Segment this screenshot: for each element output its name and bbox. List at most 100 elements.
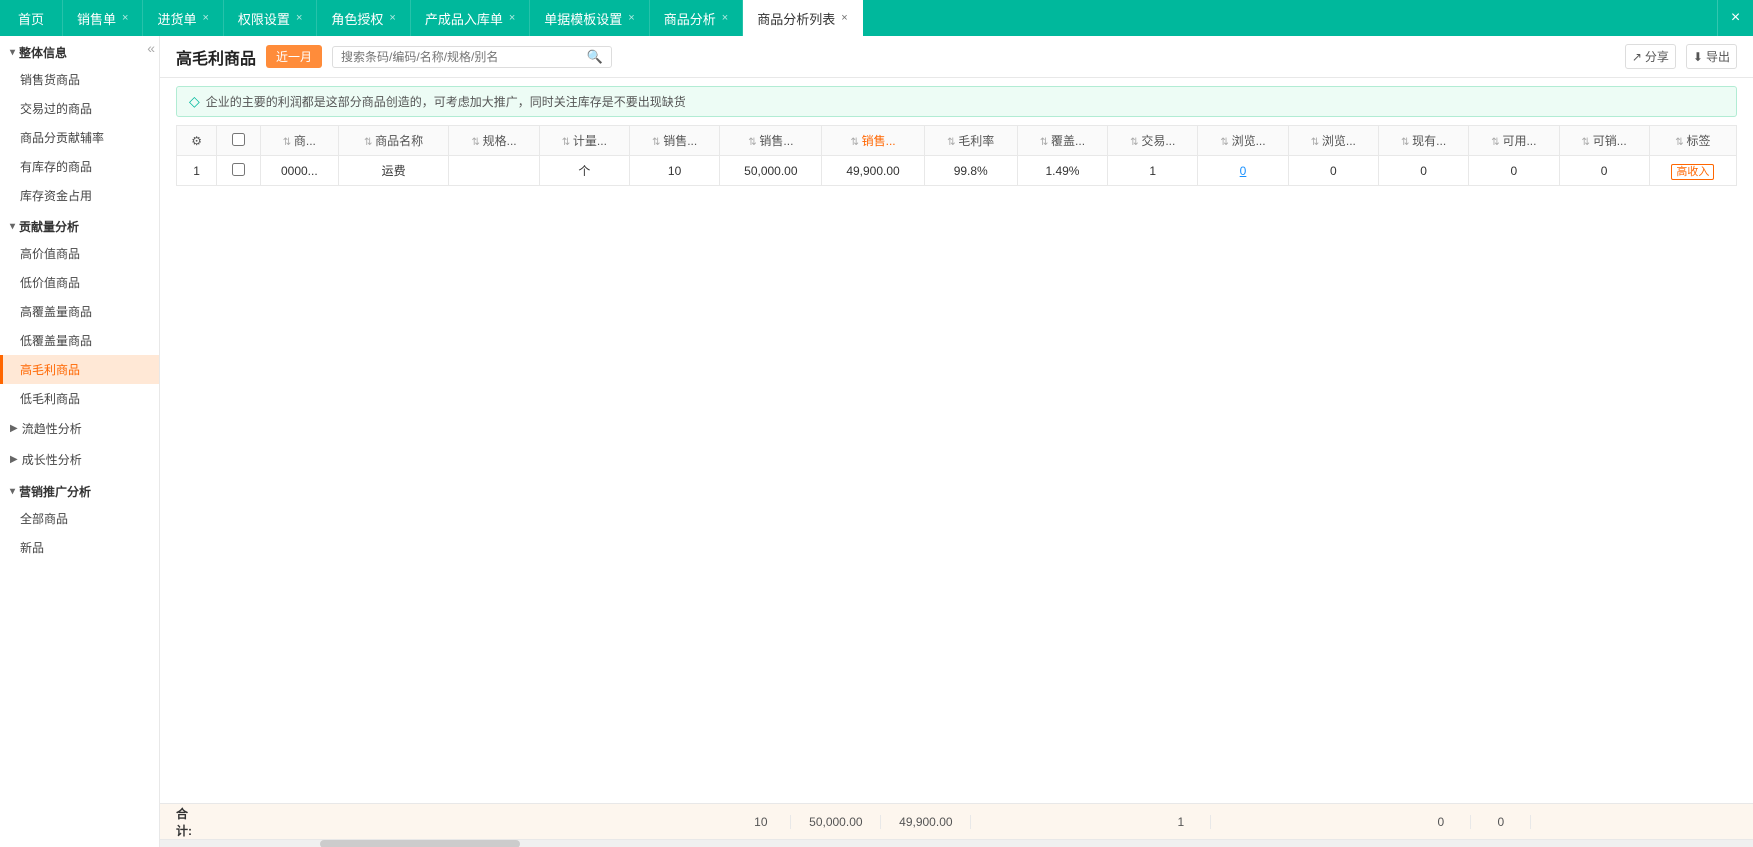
cell-current-stock: 0 bbox=[1378, 156, 1468, 186]
nav-close-all-button[interactable]: × bbox=[1717, 0, 1753, 36]
col-sellable[interactable]: 可销... bbox=[1559, 126, 1649, 156]
share-label: 分享 bbox=[1645, 48, 1669, 65]
footer-label: 合计: bbox=[176, 805, 203, 839]
nav-tab-close[interactable]: × bbox=[841, 12, 847, 24]
sidebar-item-low-value[interactable]: 低价值商品 bbox=[0, 268, 159, 297]
scrollbar-thumb[interactable] bbox=[320, 840, 520, 847]
nav-tab-analysis[interactable]: 商品分析 × bbox=[650, 0, 743, 36]
share-button[interactable]: ↗ 分享 bbox=[1625, 44, 1676, 69]
select-all-checkbox[interactable] bbox=[232, 133, 245, 146]
col-unit[interactable]: 计量... bbox=[539, 126, 629, 156]
sidebar-item-new-goods[interactable]: 新品 bbox=[0, 533, 159, 562]
nav-tab-home[interactable]: 首页 bbox=[0, 0, 63, 36]
nav-tab-close[interactable]: × bbox=[722, 12, 728, 24]
col-spec[interactable]: 规格... bbox=[449, 126, 539, 156]
col-gross-rate[interactable]: 毛利率 bbox=[924, 126, 1017, 156]
cell-seq: 1 bbox=[177, 156, 217, 186]
sidebar-group-arrow: ▾ bbox=[10, 47, 15, 58]
footer-sales-cost: 49,900.00 bbox=[881, 815, 971, 829]
sidebar-group-marketing[interactable]: ▾ 营销推广分析 bbox=[0, 475, 159, 504]
col-sales-cost[interactable]: 销售... bbox=[822, 126, 924, 156]
nav-tab-close[interactable]: × bbox=[628, 12, 634, 24]
sidebar-item-stocked-goods[interactable]: 有库存的商品 bbox=[0, 152, 159, 181]
sidebar-item-high-coverage[interactable]: 高覆盖量商品 bbox=[0, 297, 159, 326]
search-icon[interactable]: 🔍 bbox=[587, 49, 603, 65]
nav-tab-purchase[interactable]: 进货单 × bbox=[143, 0, 223, 36]
cell-browse1[interactable]: 0 bbox=[1198, 156, 1288, 186]
notice-text: 企业的主要的利润都是这部分商品创造的，可考虑加大推广，同时关注库存是不要出现缺货 bbox=[206, 93, 686, 110]
nav-tab-product-in[interactable]: 产成品入库单 × bbox=[411, 0, 530, 36]
col-name[interactable]: 商品名称 bbox=[338, 126, 449, 156]
cell-checkbox[interactable] bbox=[217, 156, 261, 186]
sidebar-item-all-goods[interactable]: 全部商品 bbox=[0, 504, 159, 533]
top-navigation: 首页 销售单 × 进货单 × 权限设置 × 角色授权 × 产成品入库单 × 单据… bbox=[0, 0, 1753, 36]
nav-tab-close[interactable]: × bbox=[296, 12, 302, 24]
sidebar-group-label: 成长性分析 bbox=[22, 451, 82, 468]
nav-tab-label: 商品分析 bbox=[664, 9, 716, 28]
row-checkbox[interactable] bbox=[232, 163, 245, 176]
sidebar-item-contribution-rate[interactable]: 商品分贡献辅率 bbox=[0, 123, 159, 152]
sidebar-item-sales-goods[interactable]: 销售货商品 bbox=[0, 65, 159, 94]
cell-available: 0 bbox=[1469, 156, 1559, 186]
nav-tab-label: 权限设置 bbox=[238, 9, 290, 28]
tag-badge: 高收入 bbox=[1671, 164, 1714, 180]
sidebar-item-label: 库存资金占用 bbox=[20, 189, 92, 203]
page-title: 高毛利商品 bbox=[176, 45, 256, 69]
nav-tab-label: 产成品入库单 bbox=[425, 9, 503, 28]
nav-tab-close[interactable]: × bbox=[509, 12, 515, 24]
sidebar-collapse-button[interactable]: « bbox=[147, 40, 155, 56]
toolbar: 高毛利商品 近一月 🔍 ↗ 分享 ⬇ 导出 bbox=[160, 36, 1753, 78]
sidebar-group-overall[interactable]: ▾ 整体信息 bbox=[0, 36, 159, 65]
nav-tab-close[interactable]: × bbox=[202, 12, 208, 24]
cell-sellable: 0 bbox=[1559, 156, 1649, 186]
cell-sales-cost: 49,900.00 bbox=[822, 156, 924, 186]
table-wrapper[interactable]: ⚙ 商... 商品名称 规格... 计量... 销售... 销售... 销售..… bbox=[160, 125, 1753, 803]
horizontal-scrollbar[interactable] bbox=[160, 839, 1753, 847]
sidebar-item-traded-goods[interactable]: 交易过的商品 bbox=[0, 94, 159, 123]
sidebar-item-high-margin[interactable]: 高毛利商品 bbox=[0, 355, 159, 384]
sidebar-item-high-value[interactable]: 高价值商品 bbox=[0, 239, 159, 268]
cell-code: 0000... bbox=[260, 156, 338, 186]
footer-bar: 合计: 10 50,000.00 49,900.00 1 0 0 bbox=[160, 803, 1753, 839]
sidebar-item-stock-funds[interactable]: 库存资金占用 bbox=[0, 181, 159, 210]
footer-cells: 10 50,000.00 49,900.00 1 0 0 bbox=[211, 815, 1737, 829]
col-available[interactable]: 可用... bbox=[1469, 126, 1559, 156]
col-trade[interactable]: 交易... bbox=[1108, 126, 1198, 156]
sidebar-item-label: 低毛利商品 bbox=[20, 392, 80, 406]
search-input[interactable] bbox=[341, 50, 583, 64]
filter-period-button[interactable]: 近一月 bbox=[266, 45, 322, 68]
cell-spec bbox=[449, 156, 539, 186]
main-layout: « ▾ 整体信息 销售货商品 交易过的商品 商品分贡献辅率 有库存的商品 库存资… bbox=[0, 36, 1753, 847]
footer-sales-qty: 10 bbox=[731, 815, 791, 829]
nav-tab-sales[interactable]: 销售单 × bbox=[63, 0, 143, 36]
col-current-stock[interactable]: 现有... bbox=[1378, 126, 1468, 156]
col-sales-qty[interactable]: 销售... bbox=[629, 126, 719, 156]
sidebar-group-trend[interactable]: ▶ 流趋性分析 bbox=[0, 413, 159, 444]
col-browse1[interactable]: 浏览... bbox=[1198, 126, 1288, 156]
cell-cover-rate: 1.49% bbox=[1017, 156, 1107, 186]
cell-sales-qty: 10 bbox=[629, 156, 719, 186]
nav-tab-permission[interactable]: 权限设置 × bbox=[224, 0, 317, 36]
sidebar-group-contribution[interactable]: ▾ 贡献量分析 bbox=[0, 210, 159, 239]
nav-tab-close[interactable]: × bbox=[122, 12, 128, 24]
sidebar-group-growth[interactable]: ▶ 成长性分析 bbox=[0, 444, 159, 475]
nav-tab-role[interactable]: 角色授权 × bbox=[317, 0, 410, 36]
nav-tab-analysis-list[interactable]: 商品分析列表 × bbox=[743, 0, 862, 36]
col-checkbox[interactable] bbox=[217, 126, 261, 156]
col-browse2[interactable]: 浏览... bbox=[1288, 126, 1378, 156]
cell-trade: 1 bbox=[1108, 156, 1198, 186]
nav-tab-label: 销售单 bbox=[77, 9, 116, 28]
col-settings[interactable]: ⚙ bbox=[177, 126, 217, 156]
col-cover-rate[interactable]: 覆盖... bbox=[1017, 126, 1107, 156]
sidebar-item-low-coverage[interactable]: 低覆盖量商品 bbox=[0, 326, 159, 355]
col-tag[interactable]: 标签 bbox=[1649, 126, 1736, 156]
col-code[interactable]: 商... bbox=[260, 126, 338, 156]
nav-tab-template[interactable]: 单据模板设置 × bbox=[530, 0, 649, 36]
share-icon: ↗ bbox=[1632, 50, 1642, 64]
toolbar-right-actions: ↗ 分享 ⬇ 导出 bbox=[1625, 44, 1737, 69]
col-sales-amt[interactable]: 销售... bbox=[720, 126, 822, 156]
nav-tab-close[interactable]: × bbox=[389, 12, 395, 24]
sidebar-item-label: 低价值商品 bbox=[20, 276, 80, 290]
export-button[interactable]: ⬇ 导出 bbox=[1686, 44, 1737, 69]
sidebar-item-low-margin[interactable]: 低毛利商品 bbox=[0, 384, 159, 413]
